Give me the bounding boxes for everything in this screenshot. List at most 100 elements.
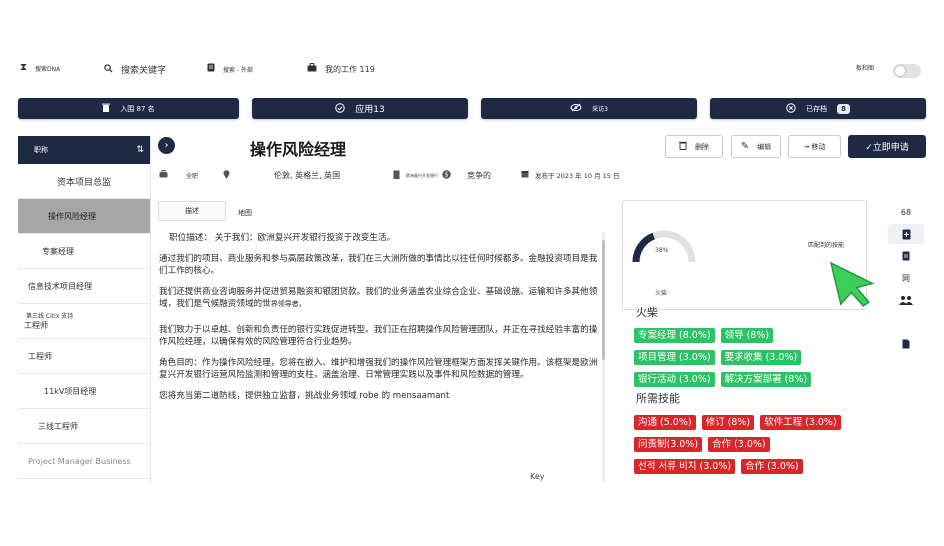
rail-count: 68 [900, 207, 912, 217]
sidebar-header-label: 职称 [34, 146, 48, 154]
sidebar-item-11kv-pm[interactable]: 11kV项目经理 [18, 374, 150, 409]
tab-description-label: 描述 [185, 207, 199, 215]
skill-tag: 银行活动 (3.0%) [634, 372, 715, 387]
my-work-label: 我的工作 119 [325, 64, 375, 74]
apply-now-button[interactable]: ✓立即申请 [848, 135, 926, 158]
search-icon [104, 63, 113, 76]
required-row: 问责制(3.0%) 合作 (3.0%) [634, 437, 770, 452]
delete-label: 删除 [695, 142, 709, 151]
organization: 欧洲复兴开发银行 [406, 172, 438, 178]
matched-row: 银行活动 (3.0%) 解决方案部署 (8%) [634, 372, 812, 387]
edit-button[interactable]: ✎ 编辑 [731, 135, 781, 158]
file-icon[interactable] [888, 334, 924, 354]
search-dna[interactable]: ⧗ 搜索DNA [20, 63, 60, 73]
sidebar-item-label: 11kV项目经理 [44, 386, 97, 396]
sidebar-item-it-project-manager[interactable]: 信息技术项目经理 [18, 269, 150, 304]
shortlisted-label: 入围 87 名 [120, 104, 155, 113]
calendar-icon [521, 170, 529, 180]
applied-label: 应用13 [355, 105, 385, 115]
check-circle-icon [335, 102, 345, 115]
dollar-icon: $ [442, 170, 451, 181]
meta-posted-date: 发布于 2023 年 10 月 15 日 [521, 170, 619, 180]
archived-label: 已存档 [806, 104, 828, 113]
right-icon-rail: 68 网 [878, 200, 928, 490]
tab-map-label: 地图 [238, 209, 252, 217]
trash-icon [679, 141, 687, 152]
search-dna-label: 搜索DNA [35, 65, 61, 73]
sidebar-item-label: 工程师 [28, 351, 52, 361]
archive-icon [786, 102, 796, 115]
scrollbar-thumb[interactable] [602, 240, 605, 360]
interviews-label: 采访3 [592, 106, 608, 113]
interviews-button[interactable]: 采访3 [481, 98, 697, 119]
salary: 竞争的 [467, 171, 491, 180]
sidebar-item-label: 信息技术项目经理 [28, 281, 92, 291]
delete-button[interactable]: 删除 [665, 135, 723, 158]
sidebar-item-engineer[interactable]: 工程师 [18, 339, 150, 374]
file-icon[interactable] [888, 246, 924, 266]
tab-map[interactable]: 地图 [238, 208, 252, 218]
page-title: 操作风险经理 [250, 140, 347, 159]
sidebar-item-sublabel: 第三线 Citix 支持 [26, 313, 74, 320]
match-caption: 火柴 [655, 290, 668, 297]
hourglass-icon: ⧗ [20, 62, 28, 73]
tab-description[interactable]: 描述 [158, 201, 226, 221]
search-external[interactable]: 搜索 - 外部 [207, 63, 253, 75]
cursor-arrow-icon [829, 261, 875, 307]
skill-tag: 修订 (8%) [701, 415, 755, 430]
move-label: → 移动 [803, 142, 826, 151]
desc-paragraph: 角色目的：作为操作风险经理，您将在嵌入、维护和增强我们的操作风险管理框架方面发挥… [159, 358, 598, 380]
desc-paragraph: 通过我们的项目、商业服务和参与高层政策改革，我们在三大洲所做的事情比以往任何时候… [159, 254, 598, 276]
required-skills-title: 所需技能 [636, 392, 680, 405]
briefcase-icon [307, 63, 317, 75]
layout-toggle-label: 板和图 [856, 63, 874, 72]
eye-slash-icon [570, 103, 582, 114]
sidebar-item-label: 资本项目总监 [56, 177, 111, 188]
sidebar-item-project-manager-business[interactable]: Project Manager Business [18, 444, 150, 479]
people-icon[interactable] [888, 290, 924, 310]
skill-tag: 合作 (3.0%) [708, 437, 770, 452]
sidebar-item-label: 操作风险经理 [48, 211, 96, 221]
trash-icon [102, 103, 111, 114]
required-row: 沟通 (5.0%) 修订 (8%) 软件工程 (3.0%) [634, 415, 841, 430]
apply-label: ✓立即申请 [865, 143, 909, 153]
posted-date: 发布于 2023 年 10 月 15 日 [535, 172, 620, 180]
matched-skills-title: 火柴 [636, 306, 658, 319]
sidebar-item-label: 专案经理 [42, 246, 74, 256]
sidebar-item-third-line-engineer[interactable]: 三线工程师 [18, 409, 150, 444]
chevron-right-icon[interactable]: › [158, 137, 175, 154]
applied-button[interactable]: 应用13 [252, 98, 468, 119]
meta-location: 伦敦, 英格兰, 英国 [223, 170, 340, 181]
archived-button[interactable]: 已存档 8 [710, 98, 926, 119]
sidebar-item-operational-risk[interactable]: 操作风险经理 [18, 199, 150, 234]
sidebar-item-capital-projects[interactable]: 资本项目总监 [18, 164, 150, 199]
document-icon [207, 63, 215, 75]
toggle-icon[interactable] [893, 64, 921, 78]
add-document-icon[interactable] [888, 224, 924, 244]
desc-paragraph: 您将充当第二道防线，提供独立监督，挑战业务领域 robe 的 mensaaman… [159, 391, 450, 401]
skill-tag: 软件工程 (3.0%) [760, 415, 841, 430]
shortlisted-button[interactable]: 入围 87 名 [18, 98, 239, 119]
search-keyword[interactable]: 搜索关键字 [104, 63, 166, 76]
desc-paragraph: 职位描述： 关于我们：欧洲复兴开发银行投资于改变生活。 [169, 233, 396, 243]
sidebar-item-project-manager[interactable]: 专案经理 [18, 234, 150, 269]
rail-web[interactable]: 网 [888, 268, 924, 288]
desc-key-label: Key [530, 472, 545, 481]
move-button[interactable]: → 移动 [788, 135, 841, 158]
sidebar-item-citrix-engineer[interactable]: 第三线 Citix 支持 工程师 [18, 304, 150, 339]
meta-organization: 欧洲复兴开发银行 [393, 170, 438, 181]
matched-row: 项目管理 (3.0%) 要求收集 (3.0%) [634, 350, 802, 365]
match-gauge-fill [632, 232, 656, 263]
skill-tag: 问责制(3.0%) [634, 437, 703, 452]
search-external-label: 搜索 - 外部 [223, 66, 253, 74]
my-work[interactable]: 我的工作 119 [307, 63, 375, 75]
skill-tag: 解决方案部署 (8%) [720, 372, 812, 387]
sidebar-header[interactable]: 职称 ⇅ [18, 136, 150, 164]
sort-icon[interactable]: ⇅ [136, 145, 144, 155]
archived-count: 8 [837, 103, 850, 114]
skill-tag: 项目管理 (3.0%) [634, 350, 715, 365]
job-description: 职位描述： 关于我们：欧洲复兴开发银行投资于改变生活。 通过我们的项目、商业服务… [159, 232, 599, 482]
desc-paragraph: 我们致力于以卓越、创新和负责任的银行实践促进转型。我们正在招聘操作风险管理团队，… [159, 325, 598, 347]
location-pin-icon [223, 170, 230, 181]
sidebar-item-label: Project Manager Business [28, 456, 131, 466]
